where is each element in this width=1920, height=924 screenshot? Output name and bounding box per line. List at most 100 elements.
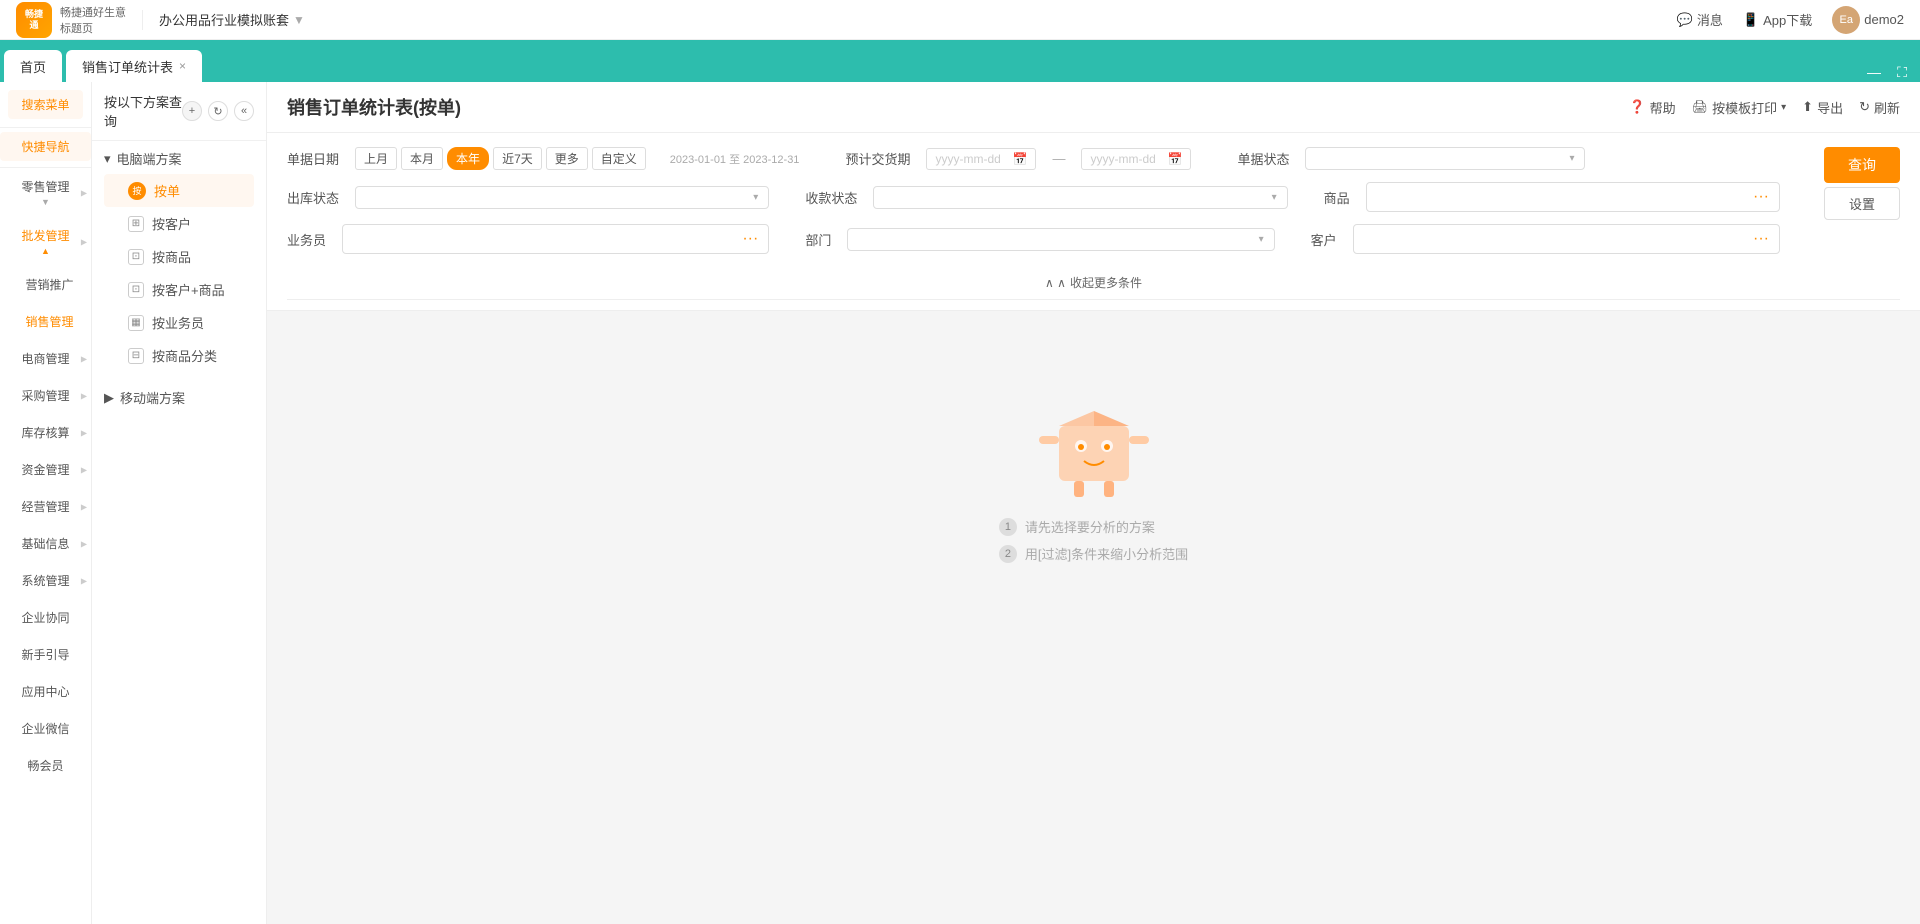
sidebar-item-ecommerce[interactable]: 电商管理 (0, 340, 91, 377)
date-range: 2023-01-01 至 2023-12-31 (670, 151, 800, 167)
customer-field[interactable]: ··· (1353, 224, 1780, 254)
scheme-category-arrow-icon: ▾ (104, 151, 111, 167)
empty-step-2: 2 用[过滤]条件来缩小分析范围 (999, 544, 1188, 563)
sidebar-item-newbie[interactable]: 新手引导 (0, 636, 91, 673)
app-download-button[interactable]: 📱 App下载 (1743, 10, 1812, 29)
sidebar-item-marketing[interactable]: 营销推广 (0, 266, 91, 303)
expected-date-from[interactable]: yyyy-mm-dd 📅 (926, 148, 1036, 170)
sidebar-item-enterprise[interactable]: 企业协同 (0, 599, 91, 636)
sidebar-item-base[interactable]: 基础信息 (0, 525, 91, 562)
print-dropdown-icon: ▾ (1781, 102, 1786, 113)
payment-status-select[interactable]: ▾ (873, 186, 1287, 209)
sidebar-item-finance[interactable]: 资金管理 (0, 451, 91, 488)
help-icon: ❓ (1629, 99, 1645, 115)
scheme-item-by-goods[interactable]: ⊡ 按商品 (104, 240, 254, 273)
tab-sales-order-stats-label: 销售订单统计表 (82, 57, 173, 76)
salesperson-dots-icon[interactable]: ··· (742, 230, 758, 248)
sidebar-nav-section: 快捷导航 (0, 128, 91, 168)
top-bar-right: 💬 消息 📱 App下载 Ea demo2 (1677, 6, 1904, 34)
order-status-arrow-icon: ▾ (1569, 153, 1574, 164)
refresh-button[interactable]: ↻ 刷新 (1859, 98, 1900, 117)
expected-date-to[interactable]: yyyy-mm-dd 📅 (1081, 148, 1191, 170)
scheme-refresh-button[interactable]: ↻ (208, 101, 228, 121)
help-button[interactable]: ❓ 帮助 (1629, 98, 1675, 117)
refresh-icon: ↻ (1859, 99, 1870, 115)
scheme-category-desktop: ▾ 电脑端方案 按 按单 ⊞ 按客户 ⊡ 按商品 ⊡ 按客户+商品 (92, 141, 266, 380)
sidebar-retail-arrow: ▼ (41, 197, 50, 207)
scheme-item-by-category[interactable]: ⊟ 按商品分类 (104, 339, 254, 372)
date-btn-this-month[interactable]: 本月 (401, 147, 443, 170)
order-status-label: 单据状态 (1237, 149, 1289, 168)
collapse-button[interactable]: ∧ ∧ 收起更多条件 (1045, 274, 1142, 291)
settings-button[interactable]: 设置 (1824, 187, 1900, 220)
sidebar-wholesale-arrow: ▲ (41, 246, 50, 256)
department-select[interactable]: ▾ (847, 228, 1274, 251)
sidebar-item-wechat[interactable]: 企业微信 (0, 710, 91, 747)
sidebar-search-button[interactable]: 搜索菜单 (8, 90, 83, 119)
sidebar-quicknav-button[interactable]: 快捷导航 (0, 132, 91, 161)
sidebar-item-sales[interactable]: 销售管理 (0, 303, 91, 340)
sidebar-item-appcenter[interactable]: 应用中心 (0, 673, 91, 710)
step-1-text: 请先选择要分析的方案 (1025, 517, 1155, 536)
sidebar-item-wholesale[interactable]: 批发管理 ▲ (0, 217, 91, 266)
page-actions: ❓ 帮助 🖨 按模板打印 ▾ ⬆ 导出 ↻ 刷新 (1629, 98, 1900, 117)
sidebar-item-operations[interactable]: 经营管理 (0, 488, 91, 525)
sidebar-item-inventory[interactable]: 库存核算 (0, 414, 91, 451)
payment-status-label: 收款状态 (805, 188, 857, 207)
user-menu[interactable]: Ea demo2 (1832, 6, 1904, 34)
step-2-text: 用[过滤]条件来缩小分析范围 (1025, 544, 1188, 563)
sidebar-item-retail[interactable]: 零售管理 ▼ (0, 168, 91, 217)
scheme-panel: 按以下方案查询 + ↻ « ▾ 电脑端方案 按 按单 ⊞ (92, 82, 267, 924)
goods-field[interactable]: ··· (1366, 182, 1780, 212)
goods-dots-icon[interactable]: ··· (1753, 188, 1769, 206)
scheme-item-by-customer-goods[interactable]: ⊡ 按客户+商品 (104, 273, 254, 306)
scheme-add-button[interactable]: + (182, 101, 202, 121)
date-btn-custom[interactable]: 自定义 (592, 147, 646, 170)
sidebar-item-purchase[interactable]: 采购管理 (0, 377, 91, 414)
message-button[interactable]: 💬 消息 (1677, 10, 1723, 29)
app-tagline: 畅捷通好生意 (60, 4, 126, 20)
sidebar-marketing-label: 营销推广 (25, 276, 73, 293)
date-shortcuts: 上月 本月 本年 近7天 更多 自定义 (355, 147, 646, 170)
scheme-category-desktop-header[interactable]: ▾ 电脑端方案 (104, 149, 254, 168)
export-button[interactable]: ⬆ 导出 (1802, 98, 1843, 117)
date-btn-last-month[interactable]: 上月 (355, 147, 397, 170)
workspace-selector[interactable]: 办公用品行业模拟账套 ▼ (159, 10, 305, 29)
scheme-item-by-salesperson[interactable]: ▦ 按业务员 (104, 306, 254, 339)
app-logo: 畅捷通 (16, 2, 52, 38)
tab-close-icon[interactable]: × (179, 59, 186, 73)
empty-text-list: 1 请先选择要分析的方案 2 用[过滤]条件来缩小分析范围 (999, 517, 1188, 563)
customer-dots-icon[interactable]: ··· (1753, 230, 1769, 248)
delivery-status-select[interactable]: ▾ (355, 186, 769, 209)
date-btn-more[interactable]: 更多 (546, 147, 588, 170)
print-button[interactable]: 🖨 按模板打印 ▾ (1692, 98, 1787, 117)
collapse-up-icon: ∧ ∧ (1045, 276, 1066, 290)
calendar-icon-from: 📅 (1013, 152, 1028, 166)
scheme-item-by-customer[interactable]: ⊞ 按客户 (104, 207, 254, 240)
sidebar-item-member[interactable]: 畅会员 (0, 747, 91, 784)
scheme-item-by-order[interactable]: 按 按单 (104, 174, 254, 207)
workspace-name: 办公用品行业模拟账套 (159, 10, 289, 29)
date-btn-7days[interactable]: 近7天 (493, 147, 542, 170)
scheme-category-mobile-header[interactable]: ▶ 移动端方案 (104, 388, 254, 407)
scheme-collapse-button[interactable]: « (234, 101, 254, 121)
tab-maximize-button[interactable]: ⛶ (1892, 62, 1912, 82)
tab-minimize-button[interactable]: — (1864, 62, 1884, 82)
tab-bar-actions: — ⛶ (1864, 62, 1920, 82)
query-button[interactable]: 查询 (1824, 147, 1900, 183)
order-status-select[interactable]: ▾ (1305, 147, 1585, 170)
collapse-label: 收起更多条件 (1070, 274, 1142, 291)
scheme-category-icon: ⊟ (128, 348, 144, 364)
expected-date-from-placeholder: yyyy-mm-dd (935, 152, 1000, 166)
date-btn-this-year[interactable]: 本年 (447, 147, 489, 170)
scheme-panel-header: 按以下方案查询 + ↻ « (92, 82, 266, 141)
salesperson-field[interactable]: ··· (342, 224, 769, 254)
page-title: 销售订单统计表(按单) (287, 94, 461, 120)
tab-sales-order-stats[interactable]: 销售订单统计表 × (66, 50, 202, 82)
scheme-category-mobile: ▶ 移动端方案 (92, 380, 266, 421)
sidebar-operations-label: 经营管理 (21, 498, 69, 515)
sidebar-item-system[interactable]: 系统管理 (0, 562, 91, 599)
print-label: 按模板打印 (1712, 98, 1777, 117)
sidebar-finance-label: 资金管理 (21, 461, 69, 478)
tab-home[interactable]: 首页 (4, 50, 62, 82)
